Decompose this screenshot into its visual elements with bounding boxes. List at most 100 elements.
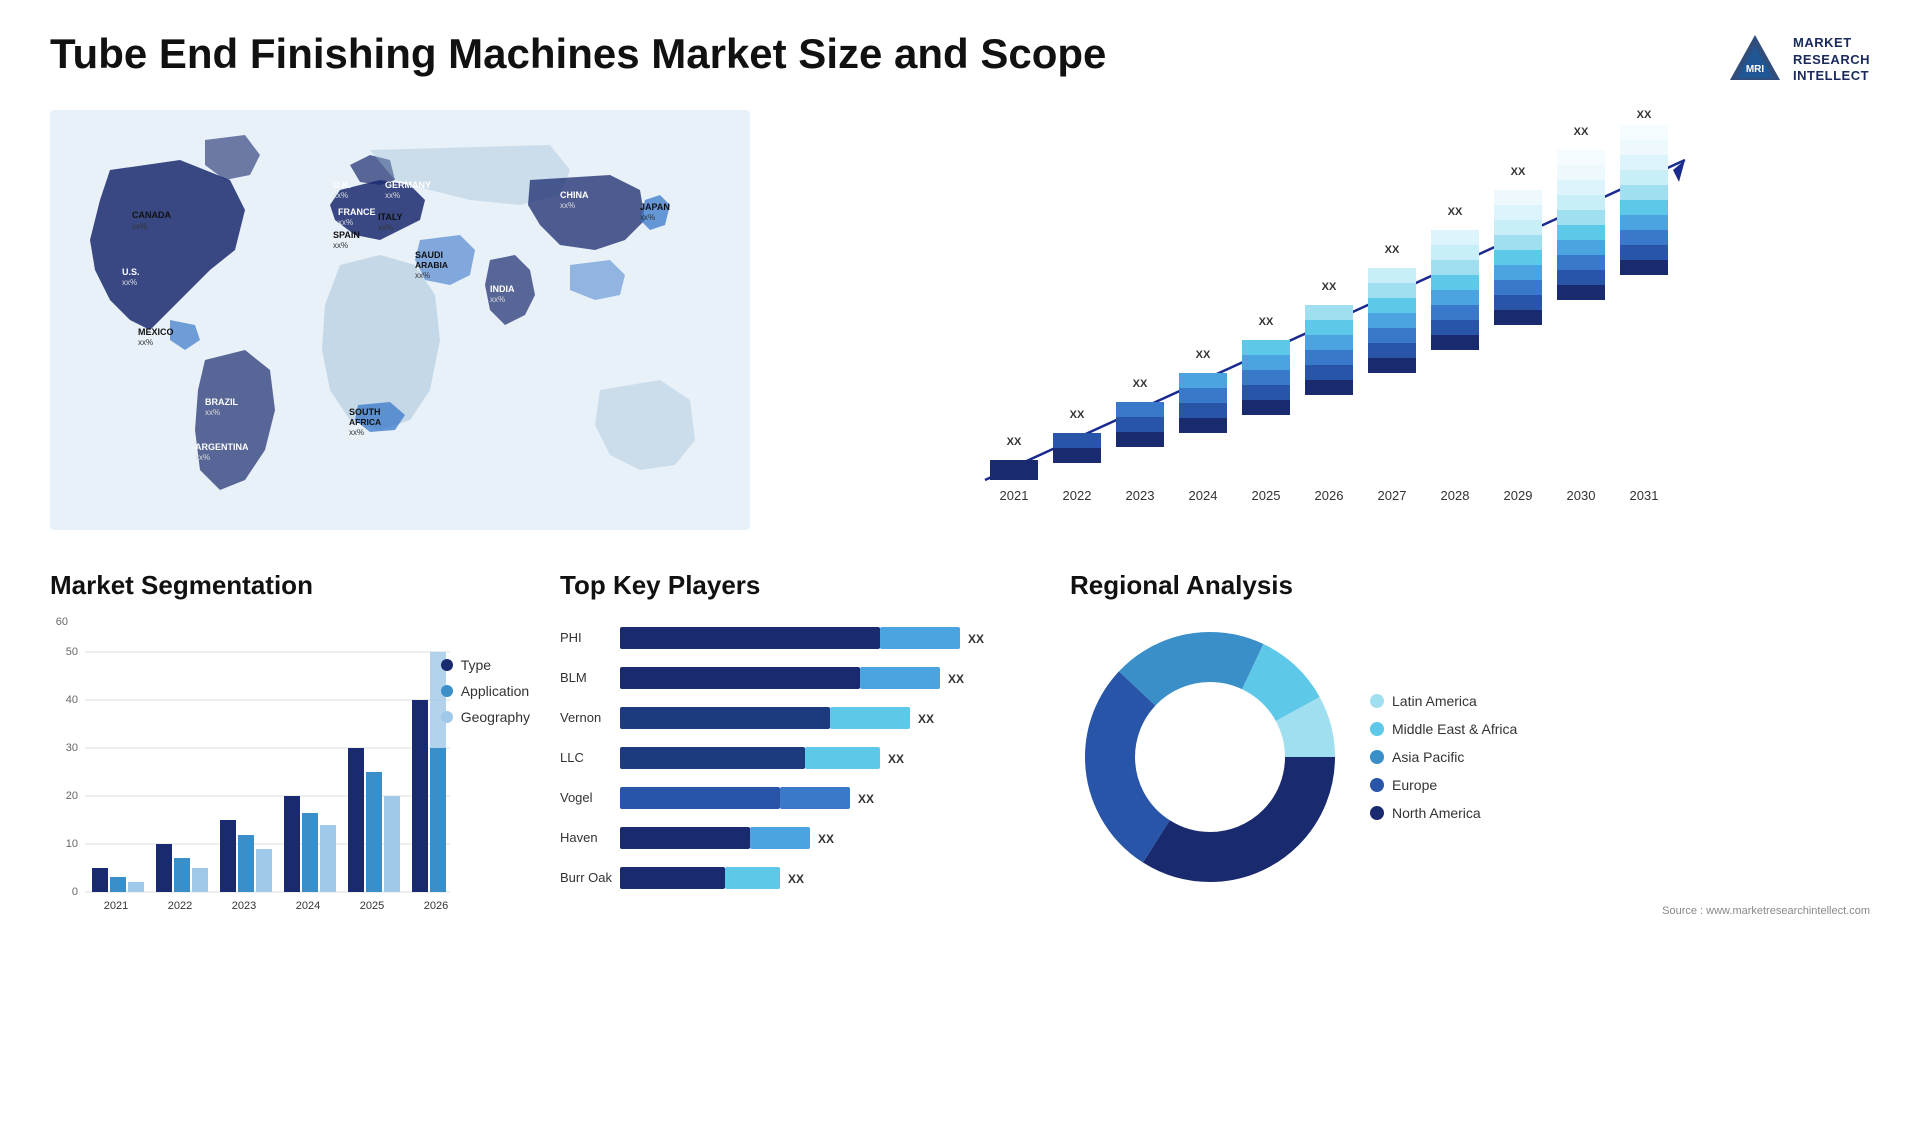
svg-text:30: 30 (66, 742, 78, 754)
regional-section: Regional Analysis (1070, 570, 1870, 917)
svg-text:ITALY: ITALY (378, 212, 403, 222)
svg-text:MEXICO: MEXICO (138, 327, 174, 337)
svg-text:xx%: xx% (122, 278, 137, 287)
asia-pacific-color (1370, 750, 1384, 764)
page-container: Tube End Finishing Machines Market Size … (0, 0, 1920, 1146)
svg-text:xx%: xx% (490, 295, 505, 304)
svg-text:2024: 2024 (296, 900, 320, 912)
svg-text:Vernon: Vernon (560, 710, 601, 725)
map-section: CANADA xx% U.S. xx% MEXICO xx% BRAZIL xx… (50, 110, 750, 530)
svg-text:XX: XX (818, 832, 834, 846)
svg-text:2021: 2021 (104, 900, 128, 912)
svg-text:XX: XX (968, 632, 984, 646)
svg-text:xx%: xx% (333, 241, 348, 250)
seg-legend-application: Application (441, 683, 530, 699)
svg-text:LLC: LLC (560, 750, 584, 765)
svg-text:BLM: BLM (560, 670, 587, 685)
app-color (441, 685, 453, 697)
svg-text:2024: 2024 (1189, 488, 1218, 503)
svg-text:xx%: xx% (349, 428, 364, 437)
svg-text:Burr Oak: Burr Oak (560, 870, 613, 885)
svg-text:FRANCE: FRANCE (338, 207, 376, 217)
seg-type-label: Type (461, 657, 491, 673)
seg-geo-label: Geography (461, 709, 530, 725)
header: Tube End Finishing Machines Market Size … (50, 30, 1870, 90)
page-title: Tube End Finishing Machines Market Size … (50, 30, 1106, 78)
donut-container: Latin America Middle East & Africa Asia … (1070, 617, 1870, 897)
svg-text:xx%: xx% (195, 453, 210, 462)
seg-chart-svg: 0 10 20 30 40 50 60 (50, 617, 470, 917)
regional-title: Regional Analysis (1070, 570, 1870, 601)
svg-text:XX: XX (888, 752, 904, 766)
segmentation-section: Market Segmentation 0 10 20 30 40 50 60 (50, 570, 530, 937)
svg-text:2025: 2025 (1252, 488, 1281, 503)
svg-text:2022: 2022 (1063, 488, 1092, 503)
svg-text:XX: XX (1196, 349, 1211, 361)
svg-text:XX: XX (1322, 281, 1337, 293)
growth-chart-svg: XX XX XX XX (780, 110, 1870, 530)
seg-chart-container: 0 10 20 30 40 50 60 (50, 617, 530, 937)
svg-text:CANADA: CANADA (132, 210, 171, 220)
svg-text:AFRICA: AFRICA (349, 417, 381, 427)
svg-text:2023: 2023 (232, 900, 256, 912)
svg-text:xx%: xx% (640, 213, 655, 222)
svg-text:ARGENTINA: ARGENTINA (195, 442, 249, 452)
svg-text:2022: 2022 (168, 900, 192, 912)
svg-text:0: 0 (72, 886, 78, 898)
svg-text:ARABIA: ARABIA (415, 260, 448, 270)
svg-text:2026: 2026 (424, 900, 448, 912)
svg-text:xx%: xx% (205, 408, 220, 417)
segmentation-title: Market Segmentation (50, 570, 530, 601)
key-players-title: Top Key Players (560, 570, 1040, 601)
svg-text:xx%: xx% (378, 223, 393, 232)
svg-text:XX: XX (858, 792, 874, 806)
legend-middle-east: Middle East & Africa (1370, 721, 1517, 737)
svg-text:SAUDI: SAUDI (415, 250, 443, 260)
svg-text:XX: XX (1511, 166, 1526, 178)
legend-north-america: North America (1370, 805, 1517, 821)
svg-text:2023: 2023 (1126, 488, 1155, 503)
latin-america-color (1370, 694, 1384, 708)
svg-text:PHI: PHI (560, 630, 582, 645)
svg-text:SOUTH: SOUTH (349, 407, 381, 417)
chart-section: XX XX XX XX (780, 110, 1870, 530)
svg-text:xx%: xx% (560, 201, 575, 210)
svg-text:U.S.: U.S. (122, 267, 140, 277)
svg-text:XX: XX (1007, 436, 1022, 448)
svg-text:XX: XX (918, 712, 934, 726)
geo-color (441, 711, 453, 723)
logo-icon: MRI (1725, 30, 1785, 90)
svg-text:XX: XX (948, 672, 964, 686)
svg-text:50: 50 (66, 646, 78, 658)
svg-text:Vogel: Vogel (560, 790, 593, 805)
svg-text:INDIA: INDIA (490, 284, 515, 294)
svg-text:Haven: Haven (560, 830, 598, 845)
svg-text:xx%: xx% (138, 338, 153, 347)
svg-text:XX: XX (1385, 244, 1400, 256)
svg-text:2028: 2028 (1441, 488, 1470, 503)
svg-text:CHINA: CHINA (560, 190, 589, 200)
svg-text:XX: XX (1448, 206, 1463, 218)
players-container: PHI XX BLM XX Vernon XX LLC (560, 617, 1040, 902)
svg-text:20: 20 (66, 790, 78, 802)
svg-text:2027: 2027 (1378, 488, 1407, 503)
bottom-section: Market Segmentation 0 10 20 30 40 50 60 (50, 570, 1870, 937)
svg-text:XX: XX (1259, 316, 1274, 328)
latin-america-label: Latin America (1392, 693, 1477, 709)
svg-text:SPAIN: SPAIN (333, 230, 360, 240)
seg-legend-type: Type (441, 657, 530, 673)
top-section: CANADA xx% U.S. xx% MEXICO xx% BRAZIL xx… (50, 110, 1870, 530)
seg-legend-geography: Geography (441, 709, 530, 725)
svg-text:2031: 2031 (1630, 488, 1659, 503)
north-america-label: North America (1392, 805, 1481, 821)
svg-text:MRI: MRI (1746, 64, 1765, 75)
svg-text:U.K.: U.K. (333, 180, 351, 190)
type-color (441, 659, 453, 671)
world-map-svg: CANADA xx% U.S. xx% MEXICO xx% BRAZIL xx… (50, 110, 750, 530)
svg-text:xx%: xx% (338, 218, 353, 227)
logo: MRI MARKET RESEARCH INTELLECT (1725, 30, 1870, 90)
svg-text:xx%: xx% (132, 222, 147, 231)
source-text: Source : www.marketresearchintellect.com (1070, 905, 1870, 917)
svg-text:10: 10 (66, 838, 78, 850)
svg-text:2029: 2029 (1504, 488, 1533, 503)
